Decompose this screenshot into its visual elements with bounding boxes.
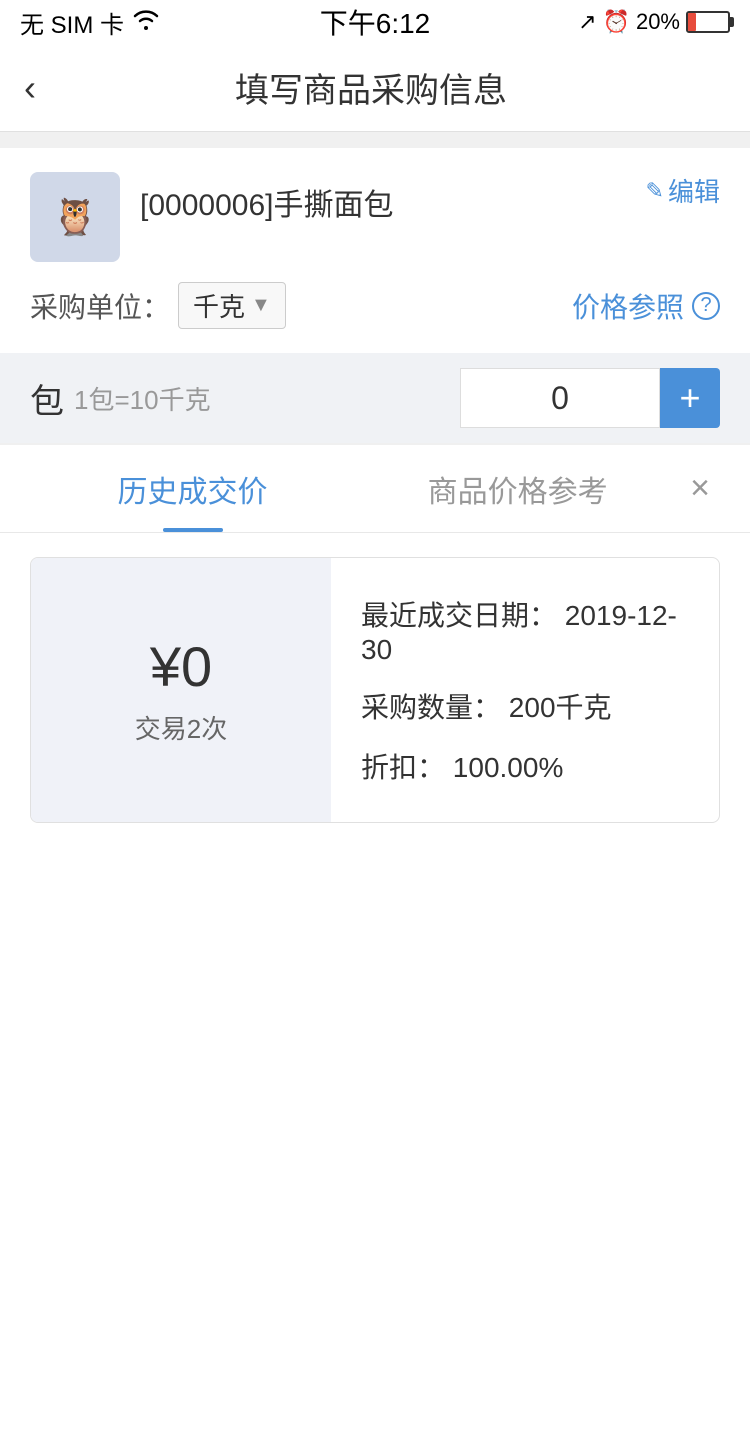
edit-button[interactable]: ✎ 编辑 (646, 172, 720, 209)
unit-value: 千克 (193, 287, 245, 324)
wifi-icon (132, 8, 160, 37)
help-icon: ? (692, 292, 720, 320)
quantity-plus-button[interactable]: + (660, 368, 720, 428)
quantity-row-detail: 采购数量： 200千克 (361, 686, 689, 726)
nav-bar: ‹ 填写商品采购信息 (0, 44, 750, 132)
tab-history-label: 历史成交价 (118, 467, 268, 511)
history-left: ¥0 交易2次 (31, 558, 331, 822)
quantity-detail-value: 200千克 (509, 692, 612, 723)
page-title: 填写商品采购信息 (56, 63, 686, 112)
quantity-controls: + (460, 368, 720, 428)
price-ref-label: 价格参照 (572, 286, 684, 326)
history-card: ¥0 交易2次 最近成交日期： 2019-12-30 采购数量： 200千克 折… (30, 557, 720, 823)
history-content: ¥0 交易2次 最近成交日期： 2019-12-30 采购数量： 200千克 折… (0, 533, 750, 847)
battery-percent: 20% (636, 9, 680, 35)
unit-name: 包 (30, 374, 64, 423)
tabs-header: 历史成交价 商品价格参考 × (0, 445, 750, 533)
battery-icon (686, 11, 730, 33)
status-right: ↗ ⏰ 20% (578, 9, 730, 35)
dropdown-arrow-icon: ▼ (251, 294, 271, 317)
unit-conversion: 1包=10千克 (74, 380, 211, 417)
discount-value: 100.00% (453, 752, 564, 783)
history-price: ¥0 (150, 634, 212, 699)
tab-history-price[interactable]: 历史成交价 (30, 445, 355, 532)
product-unit-row: 采购单位： 千克 ▼ 价格参照 ? (30, 282, 720, 329)
discount-label: 折扣： (361, 752, 445, 783)
status-left: 无 SIM 卡 (20, 5, 160, 40)
product-header: 🦉 [0000006]手撕面包 ✎ 编辑 (30, 172, 720, 262)
price-ref-button[interactable]: 价格参照 ? (572, 286, 720, 326)
tabs-section: 历史成交价 商品价格参考 × ¥0 交易2次 最近成交日期： 2019-12-3… (0, 445, 750, 847)
unit-label: 采购单位： (30, 286, 170, 326)
product-logo-icon: 🦉 (53, 196, 98, 238)
tabs-close-button[interactable]: × (680, 469, 720, 508)
status-time: 下午6:12 (320, 2, 431, 42)
status-bar: 无 SIM 卡 下午6:12 ↗ ⏰ 20% (0, 0, 750, 44)
edit-label: 编辑 (668, 172, 720, 209)
product-name-wrapper: [0000006]手撕面包 (140, 172, 393, 224)
quantity-row: 包 1包=10千克 + (30, 353, 720, 443)
history-times: 交易2次 (135, 709, 227, 746)
back-button[interactable]: ‹ (24, 67, 36, 109)
quantity-unit-info: 包 1包=10千克 (30, 374, 211, 423)
unit-info: 采购单位： 千克 ▼ (30, 282, 286, 329)
product-card: 🦉 [0000006]手撕面包 ✎ 编辑 采购单位： 千克 ▼ 价格参照 ? (0, 148, 750, 353)
history-right: 最近成交日期： 2019-12-30 采购数量： 200千克 折扣： 100.0… (331, 558, 719, 822)
bottom-area (0, 847, 750, 1447)
product-info: 🦉 [0000006]手撕面包 (30, 172, 393, 262)
quantity-detail-label: 采购数量： (361, 692, 501, 723)
tab-price-ref-label: 商品价格参考 (428, 467, 608, 511)
product-image: 🦉 (30, 172, 120, 262)
quantity-section: 包 1包=10千克 + (0, 353, 750, 443)
location-icon: ↗ (578, 9, 596, 35)
recent-date-label: 最近成交日期： (361, 600, 557, 631)
unit-select-button[interactable]: 千克 ▼ (178, 282, 286, 329)
discount-row: 折扣： 100.00% (361, 746, 689, 786)
product-name: [0000006]手撕面包 (140, 180, 393, 224)
quantity-input[interactable] (460, 368, 660, 428)
alarm-icon: ⏰ (603, 9, 630, 35)
tab-price-ref[interactable]: 商品价格参考 (355, 445, 680, 532)
carrier-text: 无 SIM 卡 (20, 5, 124, 40)
edit-icon: ✎ (646, 178, 664, 204)
recent-date-row: 最近成交日期： 2019-12-30 (361, 594, 689, 666)
